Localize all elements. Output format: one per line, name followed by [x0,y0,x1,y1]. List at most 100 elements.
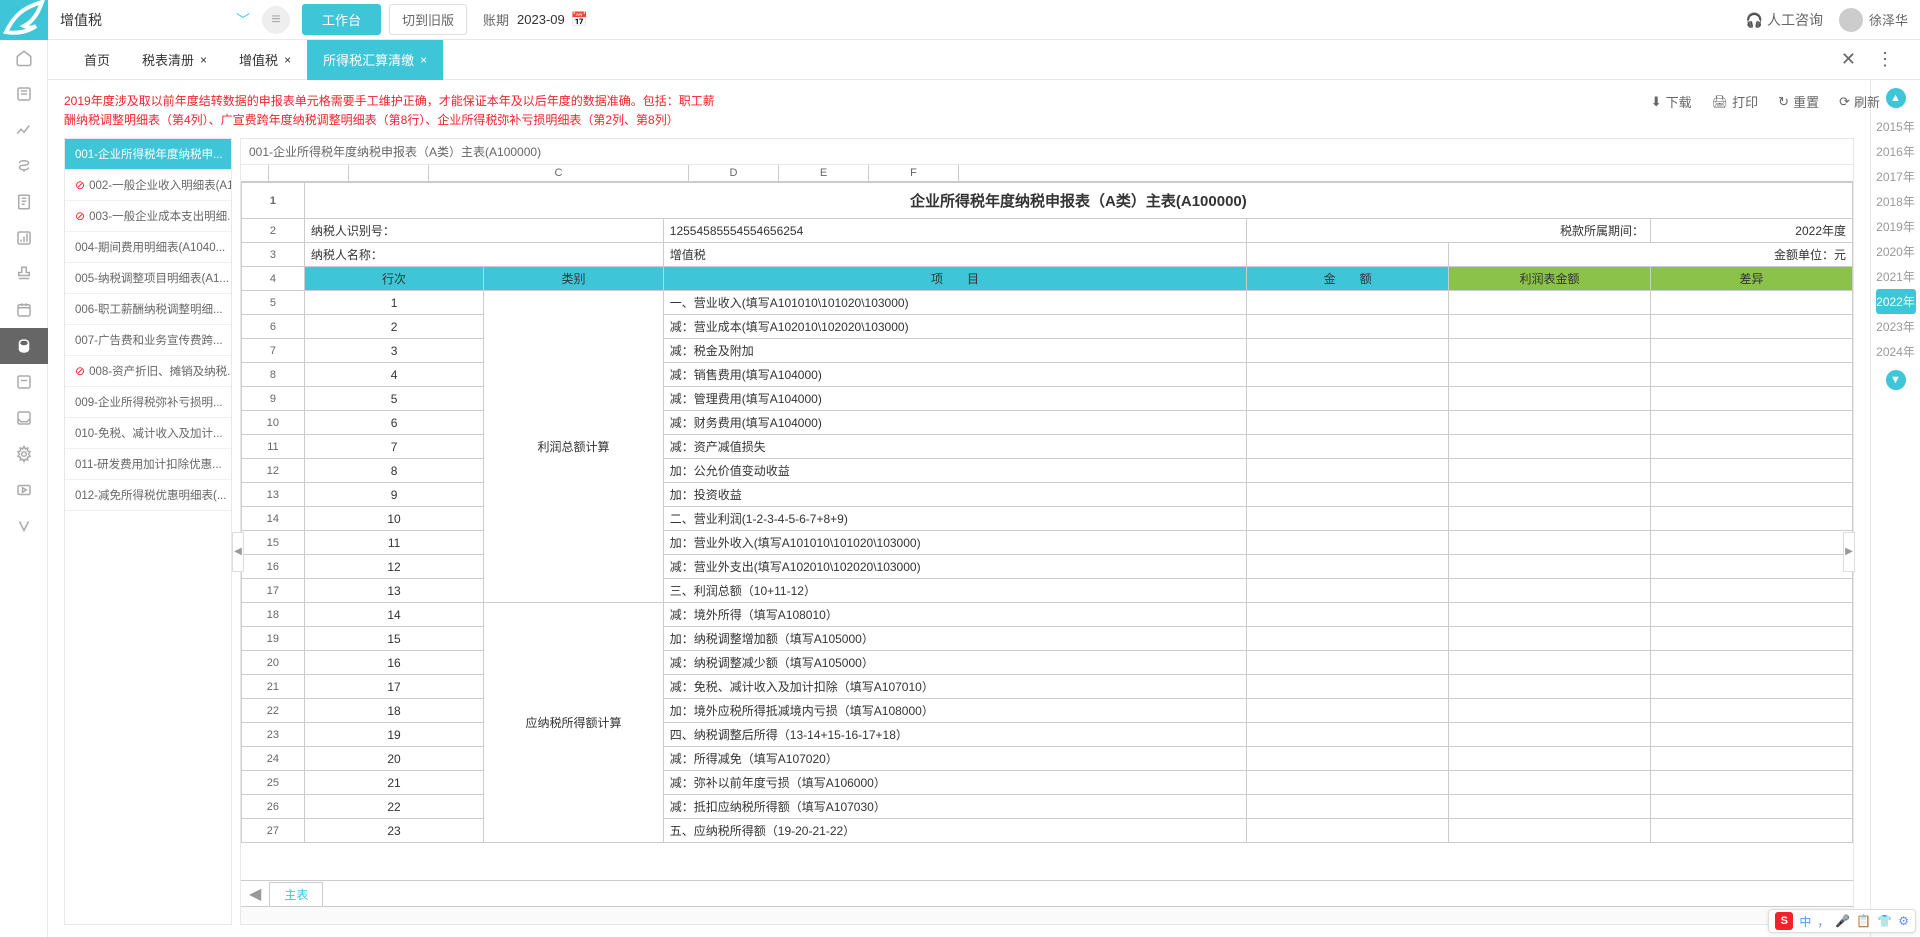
nav-stamp-icon[interactable] [0,256,48,292]
ime-keyboard-icon[interactable]: 📋 [1856,914,1871,928]
year-button[interactable]: 2015年 [1876,114,1916,139]
form-list-item[interactable]: 005-纳税调整项目明细表(A1... [65,263,231,294]
form-list-item[interactable]: 012-减免所得税优惠明细表(... [65,480,231,511]
table-row[interactable]: 2319四、纳税调整后所得（13-14+15-16-17+18） [242,723,1853,747]
tab-close-icon[interactable]: × [284,53,291,67]
col-header[interactable] [269,165,349,181]
table-row[interactable]: 2218加：境外应税所得抵减境内亏损（填写A108000） [242,699,1853,723]
table-row[interactable]: 139加：投资收益 [242,483,1853,507]
table-row[interactable]: 62减：营业成本(填写A102010\102020\103000) [242,315,1853,339]
list-icon[interactable]: ≡ [262,6,290,34]
table-row[interactable]: 2521减：弥补以前年度亏损（填写A106000） [242,771,1853,795]
tab-所得税汇算清缴[interactable]: 所得税汇算清缴× [307,40,443,80]
form-list-item[interactable]: 007-广告费和业务宣传费跨... [65,325,231,356]
table-row[interactable]: 1511加：营业外收入(填写A101010\101020\103000) [242,531,1853,555]
table-row[interactable]: 1915加：纳税调整增加额（填写A105000） [242,627,1853,651]
nav-report-icon[interactable] [0,220,48,256]
col-header[interactable]: E [779,165,869,181]
nav-doc-icon[interactable] [0,184,48,220]
tabs-menu-icon[interactable]: ⋮ [1870,49,1900,70]
collapse-panel-icon[interactable]: ◀ [232,532,244,572]
table-row[interactable]: 2117减：免税、减计收入及加计扣除（填写A107010） [242,675,1853,699]
nav-calendar-icon[interactable] [0,292,48,328]
table-row[interactable]: 73减：税金及附加 [242,339,1853,363]
nav-video-icon[interactable] [0,472,48,508]
ime-settings-icon[interactable]: ⚙ [1898,914,1909,928]
year-button[interactable]: 2017年 [1876,164,1916,189]
form-list-item[interactable]: 010-免税、减计收入及加计... [65,418,231,449]
nav-ledger-icon[interactable] [0,76,48,112]
table-row[interactable]: 2723五、应纳税所得额（19-20-21-22） [242,819,1853,843]
form-list-item[interactable]: ⊘002-一般企业收入明细表(A1... [65,170,231,201]
form-list-item[interactable]: 001-企业所得税年度纳税申... [65,139,231,170]
company-selector[interactable]: 增值税 ﹀ [60,10,250,30]
sheet-nav-prev-icon[interactable]: ◀ [249,884,261,904]
year-button[interactable]: 2023年 [1876,314,1916,339]
tab-首页[interactable]: 首页 [68,40,126,80]
ime-skin-icon[interactable]: 👕 [1877,914,1892,928]
reset-button[interactable]: ↻ 重置 [1778,92,1819,111]
table-row[interactable]: 51利润总额计算一、营业收入(填写A101010\101020\103000) [242,291,1853,315]
period-value[interactable]: 2023-09 [517,12,565,27]
col-header[interactable]: D [689,165,779,181]
nav-home-icon[interactable] [0,40,48,76]
table-row[interactable]: 117减：资产减值损失 [242,435,1853,459]
year-button[interactable]: 2016年 [1876,139,1916,164]
nav-inbox-icon[interactable] [0,400,48,436]
ime-item[interactable]: ， [1817,913,1829,930]
year-button[interactable]: 2022年 [1876,289,1916,314]
table-row[interactable]: 128加：公允价值变动收益 [242,459,1853,483]
col-header[interactable]: F [869,165,959,181]
form-list-item[interactable]: 011-研发费用加计扣除优惠... [65,449,231,480]
year-button[interactable]: 2021年 [1876,264,1916,289]
tab-close-icon[interactable]: × [200,53,207,67]
form-list-item[interactable]: ⊘008-资产折旧、摊销及纳税... [65,356,231,387]
refresh-button[interactable]: ⟳ 刷新 [1839,92,1880,111]
table-row[interactable]: 106减：财务费用(填写A104000) [242,411,1853,435]
table-row[interactable]: 1410二、营业利润(1-2-3-4-5-6-7+8+9) [242,507,1853,531]
download-button[interactable]: ⬇ 下载 [1651,92,1692,111]
table-row[interactable]: 2622减：抵扣应纳税所得额（填写A107030） [242,795,1853,819]
table-row[interactable]: 1814应纳税所得额计算减：境外所得（填写A108010） [242,603,1853,627]
print-button[interactable]: 🖨 打印 [1712,92,1759,111]
year-button[interactable]: 2020年 [1876,239,1916,264]
table-row[interactable]: 84减：销售费用(填写A104000) [242,363,1853,387]
year-button[interactable]: 2024年 [1876,339,1916,364]
close-all-tabs-icon[interactable]: ✕ [1835,49,1862,70]
nav-settings-icon[interactable] [0,436,48,472]
col-header[interactable] [241,165,269,181]
switch-old-button[interactable]: 切到旧版 [389,4,467,35]
ime-item[interactable]: 中 [1799,913,1811,930]
year-down-icon[interactable]: ▼ [1886,370,1906,390]
expand-panel-icon[interactable]: ▶ [1843,532,1855,572]
table-row[interactable]: 2016减：纳税调整减少额（填写A105000） [242,651,1853,675]
nav-tax-icon[interactable] [0,328,48,364]
ime-mic-icon[interactable]: 🎤 [1835,914,1850,928]
col-header[interactable]: C [429,165,689,181]
sheet-tab-main[interactable]: 主表 [269,882,323,906]
table-row[interactable]: 1713三、利润总额（10+11-12） [242,579,1853,603]
horizontal-scrollbar[interactable] [241,906,1853,924]
nav-v-icon[interactable] [0,508,48,544]
form-list-item[interactable]: 009-企业所得税弥补亏损明... [65,387,231,418]
nav-chart-icon[interactable] [0,112,48,148]
col-header[interactable] [349,165,429,181]
year-up-icon[interactable]: ▲ [1886,88,1906,108]
workspace-button[interactable]: 工作台 [302,4,381,35]
table-row[interactable]: 95减：管理费用(填写A104000) [242,387,1853,411]
nav-archive-icon[interactable] [0,364,48,400]
ime-toolbar[interactable]: S 中 ， 🎤 📋 👕 ⚙ [1768,909,1916,933]
year-button[interactable]: 2019年 [1876,214,1916,239]
tab-税表清册[interactable]: 税表清册× [126,40,223,80]
form-list-item[interactable]: ⊘003-一般企业成本支出明细... [65,201,231,232]
headset-icon[interactable]: 🎧 人工咨询 [1746,10,1823,30]
tab-增值税[interactable]: 增值税× [223,40,307,80]
tab-close-icon[interactable]: × [420,53,427,67]
calendar-icon[interactable]: 📅 [571,11,588,28]
table-row[interactable]: 2420减：所得减免（填写A107020） [242,747,1853,771]
table-row[interactable]: 1612减：营业外支出(填写A102010\102020\103000) [242,555,1853,579]
grid-body[interactable]: 1企业所得税年度纳税申报表（A类）主表(A100000)2纳税人识别号：1255… [241,182,1853,880]
form-list-item[interactable]: 006-职工薪酬纳税调整明细... [65,294,231,325]
nav-money-icon[interactable] [0,148,48,184]
form-list-item[interactable]: 004-期间费用明细表(A1040... [65,232,231,263]
